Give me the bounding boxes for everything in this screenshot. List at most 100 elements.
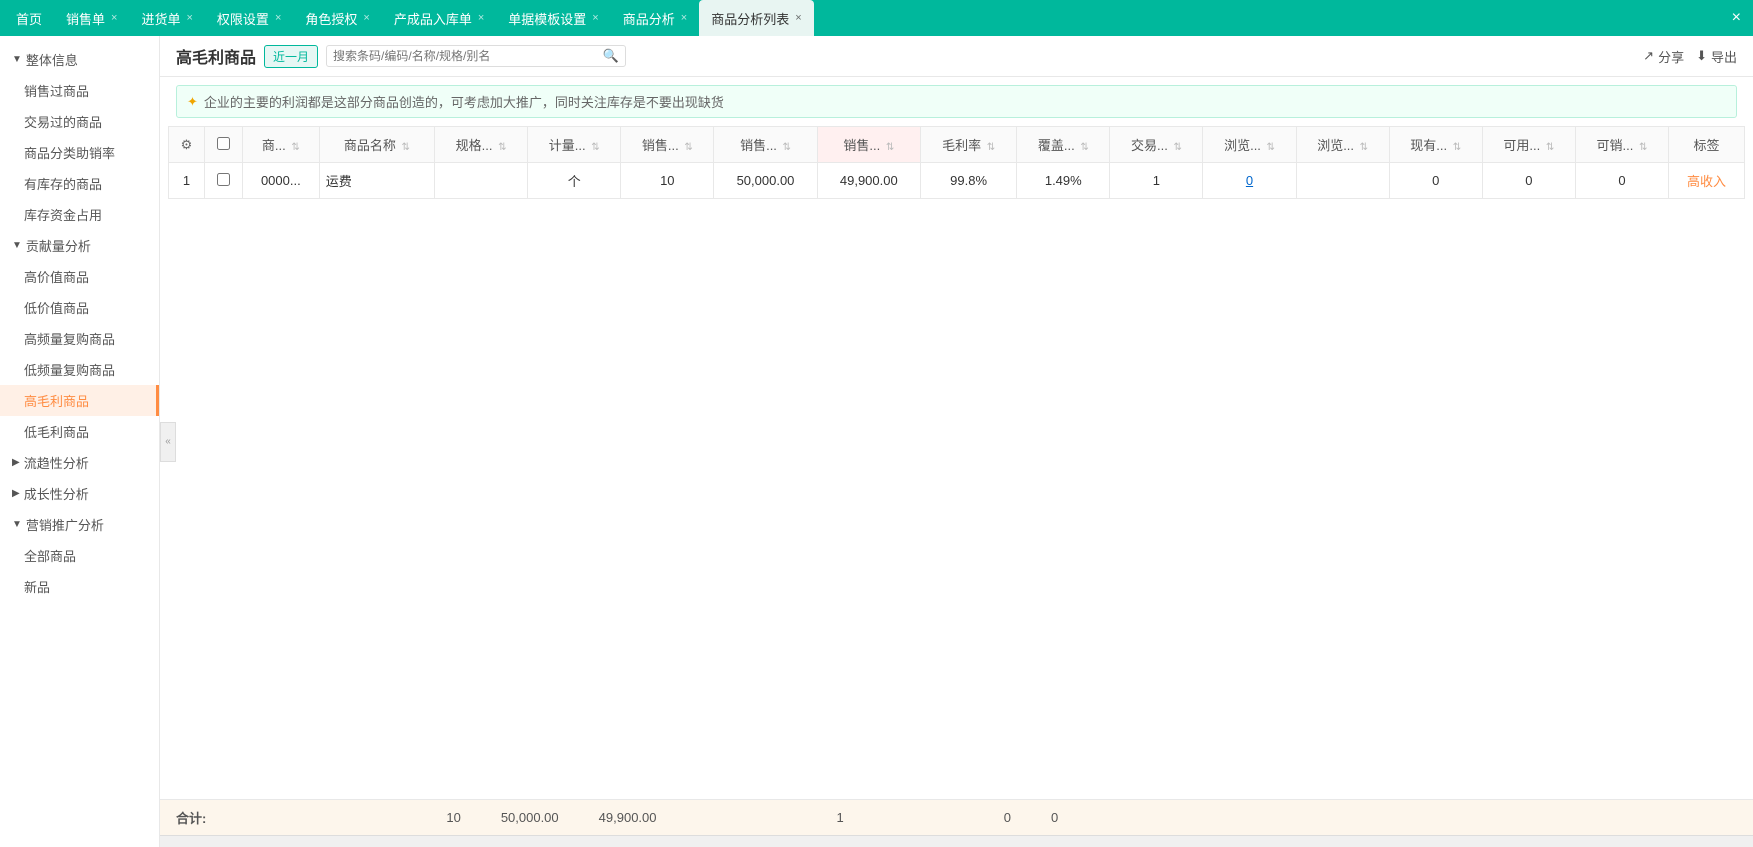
content-header: 高毛利商品 近一月 🔍 ↗ 分享 ⬇ 导出	[160, 36, 1753, 77]
col-name[interactable]: 商品名称 ⇅	[319, 127, 434, 163]
section-marketing-label: 营销推广分析	[26, 515, 104, 534]
tab-analysis-list-close[interactable]: ×	[795, 12, 801, 24]
col-settings[interactable]: ⚙	[169, 127, 205, 163]
col-sales-qty[interactable]: 销售... ⇅	[621, 127, 714, 163]
content-area: « 高毛利商品 近一月 🔍 ↗ 分享 ⬇ 导出 ✦ 企	[160, 36, 1753, 847]
sidebar-section-overall[interactable]: ▼ 整体信息	[0, 44, 159, 75]
col-coverage[interactable]: 覆盖... ⇅	[1017, 127, 1110, 163]
horizontal-scrollbar[interactable]	[160, 835, 1753, 847]
sidebar-item-high-value[interactable]: 高价值商品	[0, 261, 159, 292]
section-financial-label: 贡献量分析	[26, 236, 91, 255]
col-spec[interactable]: 规格... ⇅	[435, 127, 528, 163]
header-actions: ↗ 分享 ⬇ 导出	[1643, 47, 1737, 66]
col-trade[interactable]: 交易... ⇅	[1110, 127, 1203, 163]
col-unit[interactable]: 计量... ⇅	[528, 127, 621, 163]
page-title: 高毛利商品	[176, 44, 256, 68]
tab-purchase[interactable]: 进货单 ×	[129, 0, 204, 36]
sidebar-section-financial[interactable]: ▼ 贡献量分析	[0, 230, 159, 261]
sidebar-item-all-goods[interactable]: 全部商品	[0, 540, 159, 571]
info-banner: ✦ 企业的主要的利润都是这部分商品创造的，可考虑加大推广，同时关注库存是不要出现…	[176, 85, 1737, 118]
sidebar-item-stock-funds[interactable]: 库存资金占用	[0, 199, 159, 230]
tab-templates[interactable]: 单据模板设置 ×	[496, 0, 610, 36]
window-close-button[interactable]: ×	[1724, 9, 1749, 27]
tab-products-in-label: 产成品入库单	[394, 9, 472, 28]
tab-permissions-close[interactable]: ×	[275, 12, 281, 24]
row-index: 1	[169, 163, 205, 199]
sidebar-section-growth[interactable]: ▶ 成长性分析	[0, 478, 159, 509]
tab-permissions-label: 权限设置	[217, 9, 269, 28]
col-sellable-stock[interactable]: 可销... ⇅	[1575, 127, 1668, 163]
table-wrapper: ⚙ 商... ⇅ 商品名称 ⇅	[160, 126, 1753, 799]
sidebar-item-segmentation[interactable]: 商品分类助销率	[0, 137, 159, 168]
tab-products-in[interactable]: 产成品入库单 ×	[382, 0, 496, 36]
row-coverage: 1.49%	[1017, 163, 1110, 199]
col-checkbox[interactable]	[204, 127, 242, 163]
sidebar-section-trend[interactable]: ▶ 流趋性分析	[0, 447, 159, 478]
footer-totals: 合计: 10 50,000.00 49,900.00 1 0 0	[160, 799, 1753, 835]
tab-templates-label: 单据模板设置	[508, 9, 586, 28]
footer-sales-profit: 49,900.00	[579, 810, 677, 825]
export-button[interactable]: ⬇ 导出	[1696, 47, 1737, 66]
tab-home[interactable]: 首页	[4, 0, 54, 36]
sidebar-item-high-freq[interactable]: 高频量复购商品	[0, 323, 159, 354]
settings-icon[interactable]: ⚙	[181, 137, 193, 152]
select-all-checkbox[interactable]	[217, 137, 230, 150]
sidebar-collapse-button[interactable]: «	[160, 422, 176, 462]
row-available-stock: 0	[1482, 163, 1575, 199]
col-views2[interactable]: 浏览... ⇅	[1296, 127, 1389, 163]
section-trend-arrow: ▶	[12, 457, 20, 468]
footer-sales-amount: 50,000.00	[481, 810, 579, 825]
section-marketing-arrow: ▼	[12, 519, 22, 530]
tab-analysis-label: 商品分析	[623, 9, 675, 28]
sidebar-item-new-goods[interactable]: 新品	[0, 571, 159, 602]
tab-templates-close[interactable]: ×	[592, 12, 598, 24]
row-views2	[1296, 163, 1389, 199]
sidebar-item-high-margin[interactable]: 高毛利商品	[0, 385, 159, 416]
export-icon: ⬇	[1696, 48, 1707, 64]
tab-roles-label: 角色授权	[305, 9, 357, 28]
sidebar-item-low-value[interactable]: 低价值商品	[0, 292, 159, 323]
tab-analysis-list[interactable]: 商品分析列表 ×	[699, 0, 813, 36]
footer-available-stock: 0	[1031, 810, 1078, 825]
col-available-stock[interactable]: 可用... ⇅	[1482, 127, 1575, 163]
col-tag[interactable]: 标签	[1669, 127, 1745, 163]
tab-roles-close[interactable]: ×	[363, 12, 369, 24]
share-button[interactable]: ↗ 分享	[1643, 47, 1684, 66]
tab-home-label: 首页	[16, 9, 42, 28]
tab-analysis[interactable]: 商品分析 ×	[611, 0, 699, 36]
share-label: 分享	[1658, 47, 1684, 66]
sidebar-item-low-margin[interactable]: 低毛利商品	[0, 416, 159, 447]
col-current-stock[interactable]: 现有... ⇅	[1389, 127, 1482, 163]
col-margin-rate[interactable]: 毛利率 ⇅	[920, 127, 1016, 163]
footer-trade: 1	[817, 810, 864, 825]
col-sales-profit[interactable]: 销售... ⇅	[817, 127, 920, 163]
row-checkbox[interactable]	[204, 163, 242, 199]
tab-permissions[interactable]: 权限设置 ×	[205, 0, 293, 36]
sidebar-item-traded-goods[interactable]: 交易过的商品	[0, 106, 159, 137]
row-sales-profit: 49,900.00	[817, 163, 920, 199]
col-code[interactable]: 商... ⇅	[242, 127, 319, 163]
search-input[interactable]	[333, 49, 603, 63]
tab-analysis-close[interactable]: ×	[681, 12, 687, 24]
sidebar-item-sales-goods[interactable]: 销售过商品	[0, 75, 159, 106]
tab-sales-close[interactable]: ×	[111, 12, 117, 24]
sidebar-item-low-freq[interactable]: 低频量复购商品	[0, 354, 159, 385]
row-code: 0000...	[242, 163, 319, 199]
tab-products-in-close[interactable]: ×	[478, 12, 484, 24]
tab-purchase-close[interactable]: ×	[186, 12, 192, 24]
col-sales-amount[interactable]: 销售... ⇅	[714, 127, 817, 163]
tab-roles[interactable]: 角色授权 ×	[293, 0, 381, 36]
sidebar-section-marketing[interactable]: ▼ 营销推广分析	[0, 509, 159, 540]
search-box: 🔍	[326, 45, 626, 67]
col-views1[interactable]: 浏览... ⇅	[1203, 127, 1296, 163]
row-views1[interactable]: 0	[1203, 163, 1296, 199]
period-button[interactable]: 近一月	[264, 45, 318, 68]
section-financial-arrow: ▼	[12, 240, 22, 251]
row-margin-rate: 99.8%	[920, 163, 1016, 199]
search-icon[interactable]: 🔍	[603, 48, 619, 64]
tab-sales[interactable]: 销售单 ×	[54, 0, 129, 36]
section-overall-label: 整体信息	[26, 50, 78, 69]
share-icon: ↗	[1643, 48, 1654, 64]
footer-current-stock: 0	[984, 810, 1031, 825]
sidebar-item-in-stock[interactable]: 有库存的商品	[0, 168, 159, 199]
